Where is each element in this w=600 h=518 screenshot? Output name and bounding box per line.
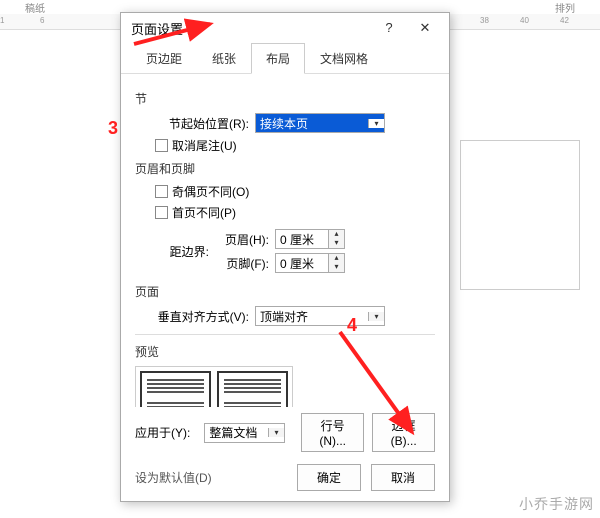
applyto-label: 应用于(Y): [135, 424, 196, 441]
page-setup-dialog: 页面设置 ? ✕ 页边距 纸张 布局 文档网格 节 节起始位置(R): 接续本页… [120, 12, 450, 502]
tab-bar: 页边距 纸张 布局 文档网格 [121, 43, 449, 74]
tab-margin[interactable]: 页边距 [131, 43, 197, 73]
ok-button[interactable]: 确定 [297, 464, 361, 491]
dialog-title: 页面设置 [131, 19, 371, 38]
cancel-endnotes-label: 取消尾注(U) [172, 137, 237, 154]
chevron-down-icon: ▾ [368, 312, 384, 321]
lineno-button[interactable]: 行号(N)... [301, 413, 364, 452]
dialog-titlebar: 页面设置 ? ✕ [121, 13, 449, 43]
valign-select[interactable]: 顶端对齐 ▾ [255, 306, 385, 326]
spinner-buttons-icon: ▴▾ [328, 254, 344, 272]
section-start-value: 接续本页 [256, 115, 368, 132]
close-button[interactable]: ✕ [407, 15, 443, 41]
margin-group-label: 距边界: [155, 243, 215, 260]
dialog-content: 节 节起始位置(R): 接续本页 ▾ 取消尾注(U) 页眉和页脚 奇偶页不同(O… [121, 74, 449, 407]
diff-oddeven-checkbox[interactable]: 奇偶页不同(O) [155, 183, 435, 200]
checkbox-icon [155, 206, 168, 219]
ribbon-label-right: 排列 [530, 0, 600, 14]
checkbox-icon [155, 185, 168, 198]
preview-page [217, 371, 288, 407]
tab-paper[interactable]: 纸张 [197, 43, 251, 73]
valign-value: 顶端对齐 [256, 308, 368, 325]
tab-grid[interactable]: 文档网格 [305, 43, 383, 73]
section-heading-preview: 预览 [135, 343, 435, 360]
apply-row: 应用于(Y): 整篇文档 ▾ 行号(N)... 边框(B)... [121, 407, 449, 458]
diff-oddeven-label: 奇偶页不同(O) [172, 183, 249, 200]
cancel-button[interactable]: 取消 [371, 464, 435, 491]
applyto-value: 整篇文档 [205, 424, 268, 441]
set-default-link[interactable]: 设为默认值(D) [135, 469, 287, 486]
diff-first-checkbox[interactable]: 首页不同(P) [155, 204, 435, 221]
footer-spinner[interactable]: 0 厘米 ▴▾ [275, 253, 345, 273]
section-heading-headerfooter: 页眉和页脚 [135, 160, 435, 177]
section-start-select[interactable]: 接续本页 ▾ [255, 113, 385, 133]
footer-value: 0 厘米 [276, 255, 328, 272]
footer-label: 页脚(F): [215, 255, 275, 272]
diff-first-label: 首页不同(P) [172, 204, 236, 221]
preview-panel [135, 366, 293, 407]
dialog-footer: 设为默认值(D) 确定 取消 [121, 458, 449, 501]
help-button[interactable]: ? [371, 15, 407, 41]
border-button[interactable]: 边框(B)... [372, 413, 435, 452]
chevron-down-icon: ▾ [368, 119, 384, 128]
header-label: 页眉(H): [215, 231, 275, 248]
tab-layout[interactable]: 布局 [251, 43, 305, 74]
header-spinner[interactable]: 0 厘米 ▴▾ [275, 229, 345, 249]
cancel-endnotes-checkbox[interactable]: 取消尾注(U) [155, 137, 435, 154]
header-value: 0 厘米 [276, 231, 328, 248]
applyto-select[interactable]: 整篇文档 ▾ [204, 423, 285, 443]
spinner-buttons-icon: ▴▾ [328, 230, 344, 248]
checkbox-icon [155, 139, 168, 152]
section-heading-section: 节 [135, 90, 435, 107]
chevron-down-icon: ▾ [268, 428, 284, 437]
background-page-outline [460, 140, 580, 290]
ribbon-label-left: 稿纸 [0, 0, 70, 14]
separator [135, 334, 435, 335]
section-start-label: 节起始位置(R): [155, 115, 255, 132]
watermark: 小乔手游网 [519, 494, 594, 514]
valign-label: 垂直对齐方式(V): [155, 308, 255, 325]
preview-page [140, 371, 211, 407]
section-heading-page: 页面 [135, 283, 435, 300]
